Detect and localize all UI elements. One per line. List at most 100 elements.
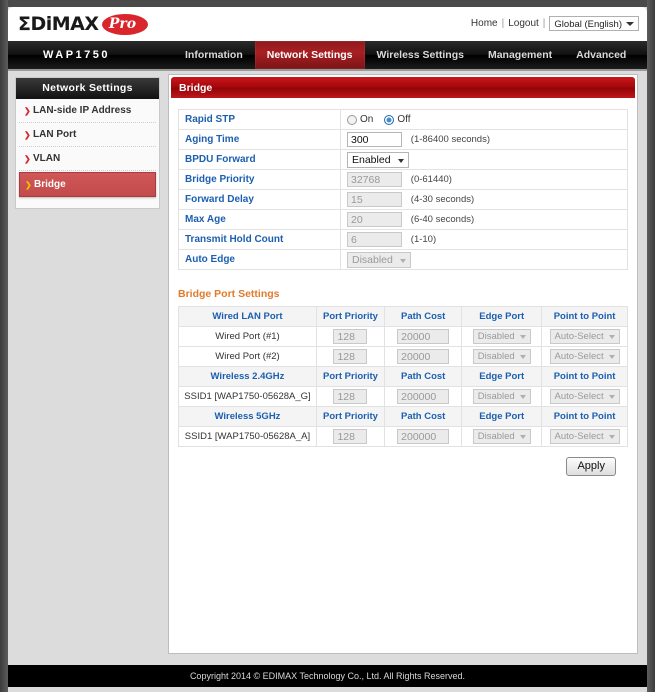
bridge-form-wrapper: Rapid STP On Off Aging Time 300 (1-86400… <box>169 98 637 270</box>
logout-link[interactable]: Logout <box>508 18 539 29</box>
group-header-wired-lan-port: Wired LAN Port <box>178 306 317 327</box>
row-bpdu-forward: BPDU Forward Enabled <box>178 149 628 170</box>
tab-network-settings[interactable]: Network Settings <box>254 41 365 69</box>
edge-port-select[interactable]: Disabled <box>472 349 531 364</box>
point-to-point-value: Auto-Select <box>554 351 604 362</box>
row-max-age: Max Age (6-40 seconds) <box>178 209 628 230</box>
edge-port-value: Disabled <box>477 331 515 342</box>
path-cost-input[interactable] <box>397 349 450 364</box>
tab-advanced[interactable]: Advanced <box>564 41 638 69</box>
table-row: Wired Port (#1) Disabled Auto-Select <box>178 326 628 347</box>
port-priority-input[interactable] <box>333 389 368 404</box>
edge-port-select[interactable]: Disabled <box>472 429 531 444</box>
path-cost-input[interactable] <box>397 389 450 404</box>
window-frame-right <box>647 0 655 692</box>
sidebar-item-lan-port[interactable]: ❯ LAN Port <box>19 123 156 147</box>
chevron-down-icon <box>519 395 526 399</box>
home-link[interactable]: Home <box>471 18 498 29</box>
header-separator-1: | <box>501 18 505 29</box>
label-auto-edge: Auto Edge <box>178 249 341 270</box>
table-header-row: Wireless 5GHz Port Priority Path Cost Ed… <box>178 406 628 427</box>
path-cost-input[interactable] <box>397 429 450 444</box>
sidebar-item-lan-side-ip-address[interactable]: ❯ LAN-side IP Address <box>19 99 156 123</box>
label-transmit-hold-count: Transmit Hold Count <box>178 229 341 250</box>
table-row: Wired Port (#2) Disabled Auto-Select <box>178 346 628 367</box>
group-header-wireless-24ghz: Wireless 2.4GHz <box>178 366 317 387</box>
col-port-priority: Port Priority <box>315 406 386 427</box>
row-name: SSID1 [WAP1750-05628A_G] <box>178 386 317 407</box>
copyright-text: Copyright 2014 © EDIMAX Technology Co., … <box>189 671 466 681</box>
rapid-stp-off-label: Off <box>397 114 411 125</box>
edge-port-select[interactable]: Disabled <box>472 389 531 404</box>
panel-title: Bridge <box>171 77 635 98</box>
sidebar-item-vlan[interactable]: ❯ VLAN <box>19 147 156 171</box>
transmit-hold-count-input[interactable] <box>347 232 402 247</box>
forward-delay-hint: (4-30 seconds) <box>410 194 475 206</box>
group-header-wireless-5ghz: Wireless 5GHz <box>178 406 317 427</box>
edge-port-value: Disabled <box>477 391 515 402</box>
page-root: ΣDiMAX Pro Home | Logout | Global (Engli… <box>0 0 655 692</box>
row-transmit-hold-count: Transmit Hold Count (1-10) <box>178 229 628 250</box>
tab-management[interactable]: Management <box>476 41 564 69</box>
sidebar-item-label: VLAN <box>33 153 61 164</box>
label-aging-time: Aging Time <box>178 129 341 150</box>
port-priority-input[interactable] <box>333 329 368 344</box>
table-row: SSID1 [WAP1750-05628A_G] Disabled Auto-S… <box>178 386 628 407</box>
rapid-stp-radio-on[interactable] <box>347 114 357 125</box>
col-point-to-point: Point to Point <box>541 366 628 387</box>
label-max-age: Max Age <box>178 209 341 230</box>
max-age-input[interactable] <box>347 212 402 227</box>
chevron-down-icon <box>519 435 526 439</box>
row-forward-delay: Forward Delay (4-30 seconds) <box>178 189 628 210</box>
label-bpdu-forward: BPDU Forward <box>178 149 341 170</box>
label-rapid-stp: Rapid STP <box>178 109 341 130</box>
path-cost-input[interactable] <box>397 329 450 344</box>
row-aging-time: Aging Time (1-86400 seconds) <box>178 129 628 150</box>
point-to-point-value: Auto-Select <box>554 331 604 342</box>
row-rapid-stp: Rapid STP On Off <box>178 109 628 130</box>
chevron-down-icon <box>608 355 615 359</box>
point-to-point-select[interactable]: Auto-Select <box>549 389 620 404</box>
point-to-point-select[interactable]: Auto-Select <box>549 349 620 364</box>
row-bridge-priority: Bridge Priority (0-61440) <box>178 169 628 190</box>
port-priority-input[interactable] <box>333 429 368 444</box>
main-navigation: WAP1750 Information Network Settings Wir… <box>8 41 647 69</box>
point-to-point-value: Auto-Select <box>554 431 604 442</box>
rapid-stp-on-label: On <box>360 114 374 125</box>
header-separator-2: | <box>542 18 546 29</box>
port-priority-input[interactable] <box>333 349 368 364</box>
edimax-logo: ΣDiMAX Pro <box>18 12 148 36</box>
apply-button[interactable]: Apply <box>566 457 616 476</box>
point-to-point-select[interactable]: Auto-Select <box>549 329 620 344</box>
chevron-down-icon <box>519 335 526 339</box>
bpdu-forward-select[interactable]: Enabled <box>347 151 409 168</box>
language-select[interactable]: Global (English) <box>549 16 639 31</box>
bridge-priority-input[interactable] <box>347 172 402 187</box>
sidebar-item-label: Bridge <box>34 179 66 190</box>
tab-information[interactable]: Information <box>173 41 255 69</box>
col-edge-port: Edge Port <box>461 366 543 387</box>
page-footer: Copyright 2014 © EDIMAX Technology Co., … <box>8 665 647 687</box>
edge-port-select[interactable]: Disabled <box>472 329 531 344</box>
language-select-value: Global (English) <box>554 19 622 30</box>
forward-delay-input[interactable] <box>347 192 402 207</box>
sidebar: Network Settings ❯ LAN-side IP Address ❯… <box>15 77 160 209</box>
chevron-right-icon: ❯ <box>25 180 32 189</box>
page-header: ΣDiMAX Pro Home | Logout | Global (Engli… <box>8 7 647 41</box>
chevron-right-icon: ❯ <box>24 154 31 163</box>
sidebar-item-bridge[interactable]: ❯ Bridge <box>19 172 156 197</box>
tab-wireless-settings[interactable]: Wireless Settings <box>365 41 476 69</box>
apply-row: Apply <box>178 447 628 476</box>
logo-pro-label: Pro <box>108 16 137 32</box>
table-row: SSID1 [WAP1750-05628A_A] Disabled Auto-S… <box>178 426 628 447</box>
auto-edge-value: Disabled <box>352 253 393 266</box>
point-to-point-select[interactable]: Auto-Select <box>549 429 620 444</box>
aging-time-input[interactable] <box>347 132 402 147</box>
sidebar-title: Network Settings <box>16 78 159 99</box>
chevron-down-icon <box>399 258 406 263</box>
rapid-stp-radio-off[interactable] <box>384 114 395 125</box>
auto-edge-select[interactable]: Disabled <box>347 251 411 268</box>
chevron-down-icon <box>608 395 615 399</box>
col-point-to-point: Point to Point <box>541 306 628 327</box>
bpdu-forward-value: Enabled <box>352 153 391 166</box>
